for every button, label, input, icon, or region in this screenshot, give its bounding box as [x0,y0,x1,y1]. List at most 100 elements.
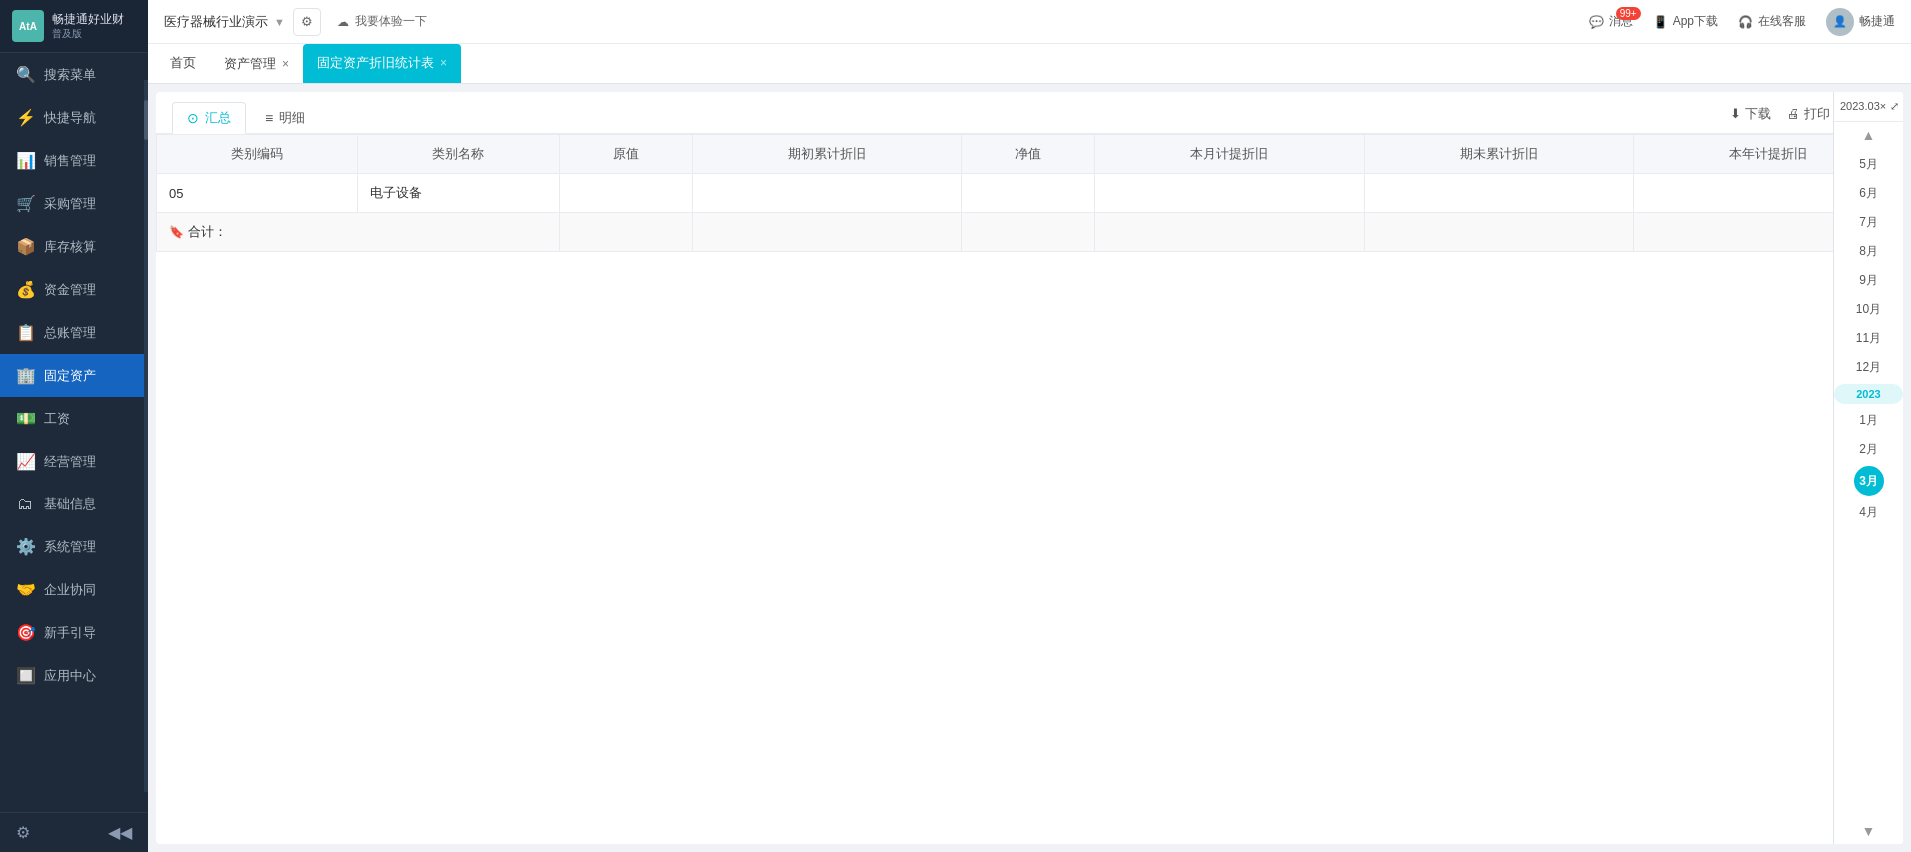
sidebar-item-应用中心[interactable]: 🔲应用中心 [0,654,148,697]
sidebar-item-销售管理[interactable]: 📊销售管理 [0,139,148,182]
sidebar-item-总账管理[interactable]: 📋总账管理 [0,311,148,354]
date-month-item[interactable]: 5月 [1834,150,1903,179]
col-monthly-depreciation: 本月计提折旧 [1095,135,1364,174]
nav-icon-12: 🤝 [16,580,34,599]
gear-icon: ⚙ [301,14,313,29]
nav-icon-10: 🗂 [16,495,34,513]
tab-depreciation-close-icon[interactable]: × [440,56,447,70]
nav-icon-9: 📈 [16,452,34,471]
sidebar-item-系统管理[interactable]: ⚙️系统管理 [0,525,148,568]
sidebar-item-经营管理[interactable]: 📈经营管理 [0,440,148,483]
nav-icon-1: ⚡ [16,108,34,127]
sidebar-scrollbar-thumb [144,100,148,140]
download-button[interactable]: ⬇ 下载 [1730,105,1771,123]
col-code: 类别编码 [157,135,358,174]
sidebar-item-库存核算[interactable]: 📦库存核算 [0,225,148,268]
messages-button[interactable]: 💬 消息 99+ [1589,13,1633,30]
sidebar-item-搜索菜单[interactable]: 🔍搜索菜单 [0,53,148,96]
date-panel-header: 2023.03 × ⤢ [1834,92,1903,122]
col-original: 原值 [559,135,692,174]
content-area: ⊙ 汇总 ≡ 明细 ⬇ 下载 🖨 打印 ↻ 刷 [156,92,1903,844]
date-month-item[interactable]: 4月 [1834,498,1903,527]
date-month-item[interactable]: 8月 [1834,237,1903,266]
nav-icon-7: 🏢 [16,366,34,385]
nav-icon-2: 📊 [16,151,34,170]
col-ending-depreciation: 期未累计折旧 [1364,135,1633,174]
company-name: 医疗器械行业演示 [164,13,268,31]
date-month-item[interactable]: 9月 [1834,266,1903,295]
nav-icon-8: 💵 [16,409,34,428]
table-row: 05 电子设备 791.67 [157,174,1903,213]
date-month-item[interactable]: 3月 [1854,466,1884,496]
topbar-right: 💬 消息 99+ 📱 App下载 🎧 在线客服 👤 畅捷通 [1589,8,1895,36]
app-download-button[interactable]: 📱 App下载 [1653,13,1718,30]
sidebar-item-工资[interactable]: 💵工资 [0,397,148,440]
date-panel-items: 5月6月7月8月9月10月11月12月20231月2月3月4月 [1834,148,1903,818]
avatar: 👤 [1826,8,1854,36]
collapse-footer-icon[interactable]: ◀◀ [108,823,132,842]
nav-icon-6: 📋 [16,323,34,342]
sidebar-item-新手引导[interactable]: 🎯新手引导 [0,611,148,654]
tab-home[interactable]: 首页 [156,44,210,83]
nav-icon-14: 🔲 [16,666,34,685]
chevron-down-icon: ▼ [274,16,285,28]
date-month-item[interactable]: 10月 [1834,295,1903,324]
user-profile[interactable]: 👤 畅捷通 [1826,8,1895,36]
date-month-item[interactable]: 2月 [1834,435,1903,464]
sidebar-item-固定资产[interactable]: 🏢固定资产 [0,354,148,397]
cloud-icon: ☁ [337,15,349,29]
sidebar-item-快捷导航[interactable]: ⚡快捷导航 [0,96,148,139]
download-icon: ⬇ [1730,106,1741,121]
close-panel-icon[interactable]: × [1880,100,1886,113]
table-header-row: 类别编码 类别名称 原值 期初累计折旧 净值 本月计提折旧 期未累计折旧 本年计… [157,135,1903,174]
message-icon: 💬 [1589,15,1604,29]
sidebar-scrollbar [144,80,148,792]
nav-icon-0: 🔍 [16,65,34,84]
sub-tab-detail[interactable]: ≡ 明细 [250,102,320,133]
detail-icon: ≡ [265,110,273,126]
sidebar-logo: AtA 畅捷通好业财 普及版 [0,0,148,53]
sidebar-footer: ⚙ ◀◀ [0,812,148,852]
nav-icon-3: 🛒 [16,194,34,213]
date-nav-down[interactable]: ▼ [1834,818,1903,844]
tab-asset-management[interactable]: 资产管理 × [210,44,303,83]
logo-text: 畅捷通好业财 普及版 [52,12,124,41]
sub-tab-summary[interactable]: ⊙ 汇总 [172,102,246,134]
date-panel-title: 2023.03 [1840,100,1880,113]
nav-icon-5: 💰 [16,280,34,299]
sidebar-item-企业协同[interactable]: 🤝企业协同 [0,568,148,611]
sidebar-nav: 🔍搜索菜单⚡快捷导航📊销售管理🛒采购管理📦库存核算💰资金管理📋总账管理🏢固定资产… [0,53,148,812]
sidebar-item-采购管理[interactable]: 🛒采购管理 [0,182,148,225]
sidebar-item-基础信息[interactable]: 🗂基础信息 [0,483,148,525]
year-marker: 2023 [1834,384,1903,404]
headset-icon: 🎧 [1738,15,1753,29]
date-month-item[interactable]: 7月 [1834,208,1903,237]
download-icon: 📱 [1653,15,1668,29]
depreciation-table: 类别编码 类别名称 原值 期初累计折旧 净值 本月计提折旧 期未累计折旧 本年计… [156,134,1903,252]
settings-footer-icon[interactable]: ⚙ [16,823,30,842]
messages-badge: 99+ [1616,7,1641,20]
col-name: 类别名称 [358,135,559,174]
summary-icon: ⊙ [187,110,199,126]
date-month-item[interactable]: 1月 [1834,406,1903,435]
sub-tabs-left: ⊙ 汇总 ≡ 明细 [172,102,320,133]
expand-panel-icon[interactable]: ⤢ [1890,100,1899,113]
topbar: 医疗器械行业演示 ▼ ⚙ ☁ 我要体验一下 💬 消息 99+ 📱 App下载 🎧… [148,0,1911,44]
date-month-item[interactable]: 12月 [1834,353,1903,382]
print-icon: 🖨 [1787,106,1800,121]
experience-button[interactable]: ☁ 我要体验一下 [337,13,427,30]
sidebar: AtA 畅捷通好业财 普及版 🔍搜索菜单⚡快捷导航📊销售管理🛒采购管理📦库存核算… [0,0,148,852]
sub-tabs: ⊙ 汇总 ≡ 明细 ⬇ 下载 🖨 打印 ↻ 刷 [156,92,1903,134]
company-selector[interactable]: 医疗器械行业演示 ▼ [164,13,285,31]
tab-asset-close-icon[interactable]: × [282,57,289,71]
date-month-item[interactable]: 6月 [1834,179,1903,208]
col-initial-depreciation: 期初累计折旧 [692,135,961,174]
tab-fixed-asset-depreciation[interactable]: 固定资产折旧统计表 × [303,44,461,83]
date-nav-up[interactable]: ▲ [1834,122,1903,148]
print-button[interactable]: 🖨 打印 [1787,105,1830,123]
settings-button[interactable]: ⚙ [293,8,321,36]
sidebar-item-资金管理[interactable]: 💰资金管理 [0,268,148,311]
date-month-item[interactable]: 11月 [1834,324,1903,353]
online-service-button[interactable]: 🎧 在线客服 [1738,13,1806,30]
table-container: 类别编码 类别名称 原值 期初累计折旧 净值 本月计提折旧 期未累计折旧 本年计… [156,134,1903,844]
